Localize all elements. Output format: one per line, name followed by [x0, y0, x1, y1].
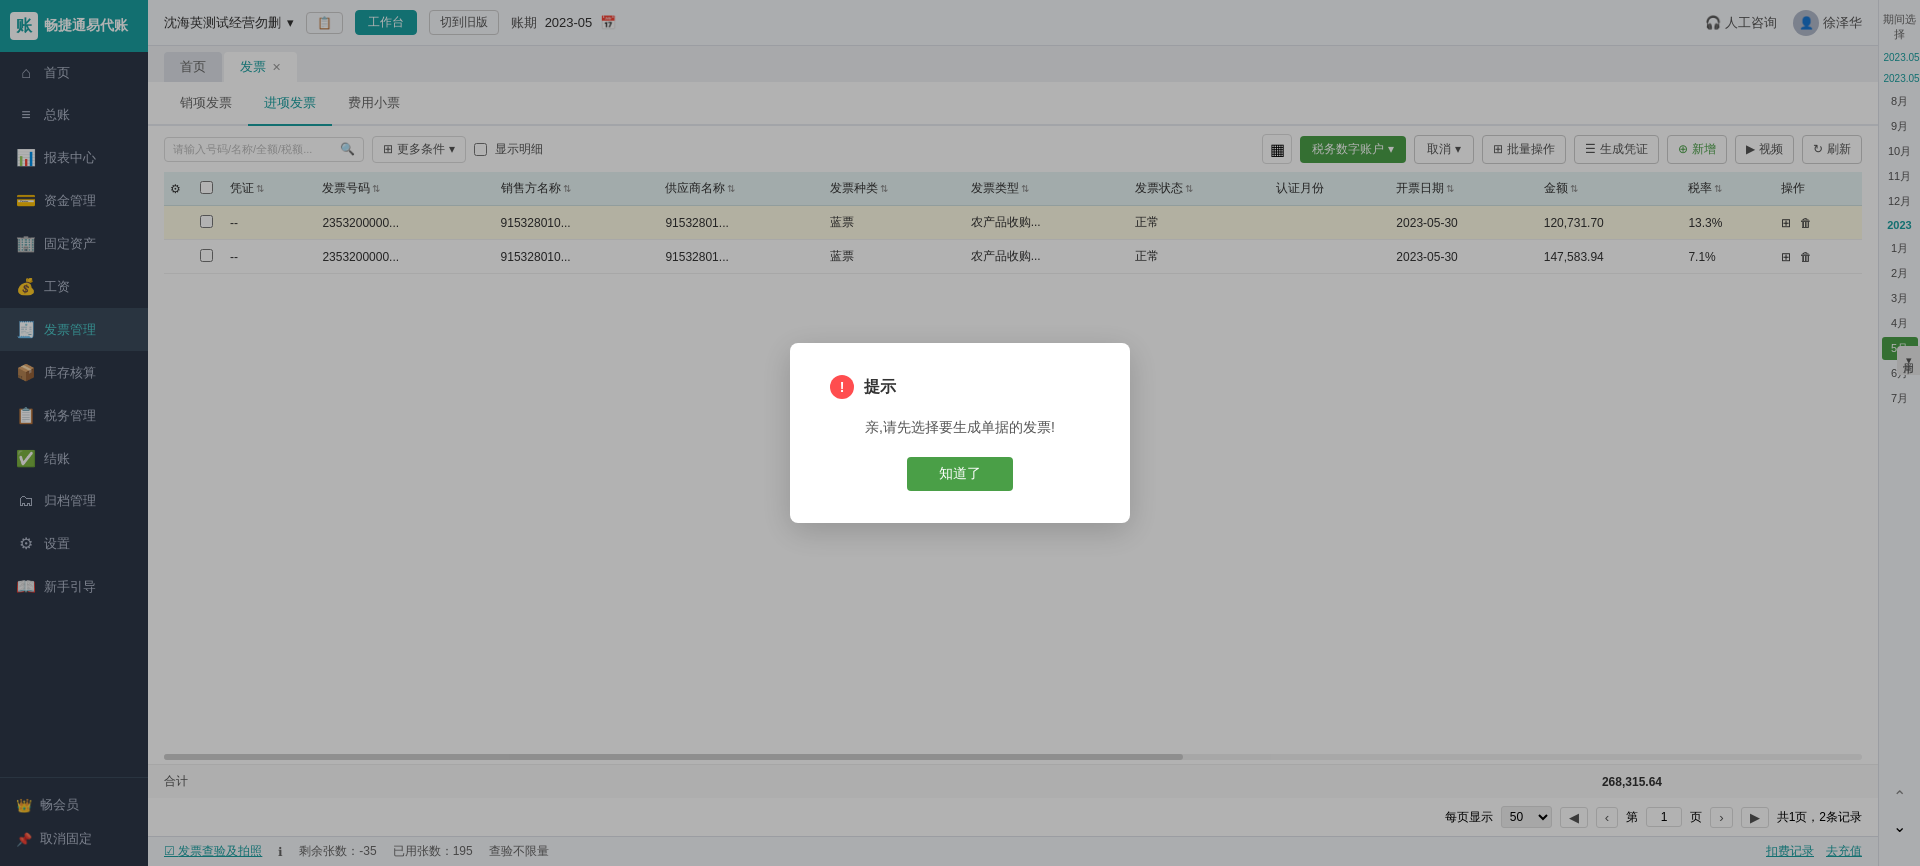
modal-header: ! 提示 — [830, 375, 896, 399]
warning-icon: ! — [830, 375, 854, 399]
modal-title: 提示 — [864, 377, 896, 398]
modal-ok-button[interactable]: 知道了 — [907, 457, 1013, 491]
modal-message: 亲,请先选择要生成单据的发票! — [865, 419, 1055, 437]
modal-overlay[interactable]: ! 提示 亲,请先选择要生成单据的发票! 知道了 — [0, 0, 1920, 866]
modal-dialog: ! 提示 亲,请先选择要生成单据的发票! 知道了 — [790, 343, 1130, 523]
